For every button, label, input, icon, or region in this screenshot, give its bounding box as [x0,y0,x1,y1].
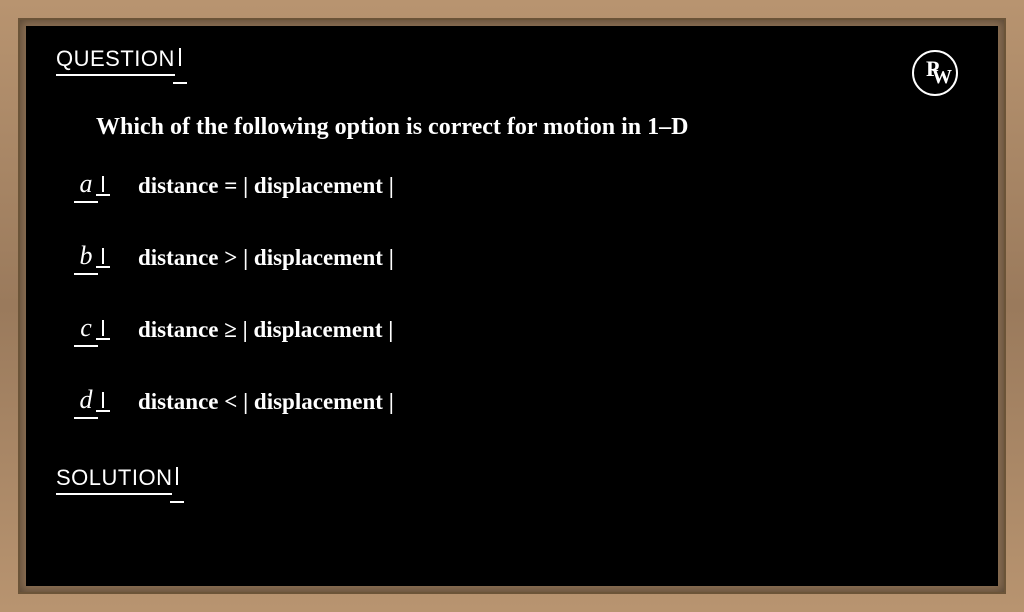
solution-heading: SOLUTION [56,465,172,495]
option-c: c distance ≥ | displacement | [74,313,968,347]
tick-mark-icon [96,174,114,198]
option-b: b distance > | displacement | [74,241,968,275]
question-text: Which of the following option is correct… [96,114,968,141]
frame-mid: QUESTION P W Which of the following opti… [18,18,1006,594]
option-text-c: distance ≥ | displacement | [138,317,393,343]
question-heading: QUESTION [56,46,175,76]
tick-mark-icon [96,318,114,342]
tick-mark-icon [96,246,114,270]
option-text-b: distance > | displacement | [138,245,394,271]
option-text-d: distance < | displacement | [138,389,394,415]
tick-mark-icon [170,473,188,495]
option-text-a: distance = | displacement | [138,173,394,199]
tick-mark-icon [96,390,114,414]
option-label-d: d [74,385,98,419]
logo-letter-w: W [932,66,952,89]
option-label-b: b [74,241,98,275]
option-label-a: a [74,169,98,203]
frame-outer: QUESTION P W Which of the following opti… [0,0,1024,612]
solution-label-wrap: SOLUTION [56,457,968,495]
blackboard: QUESTION P W Which of the following opti… [26,26,998,586]
option-a: a distance = | displacement | [74,169,968,203]
question-label-wrap: QUESTION [56,46,191,76]
brand-logo: P W [912,50,958,96]
option-d: d distance < | displacement | [74,385,968,419]
tick-mark-icon [173,54,191,76]
options-list: a distance = | displacement | b distance… [74,169,968,419]
option-label-c: c [74,313,98,347]
header-row: QUESTION P W [56,46,968,96]
